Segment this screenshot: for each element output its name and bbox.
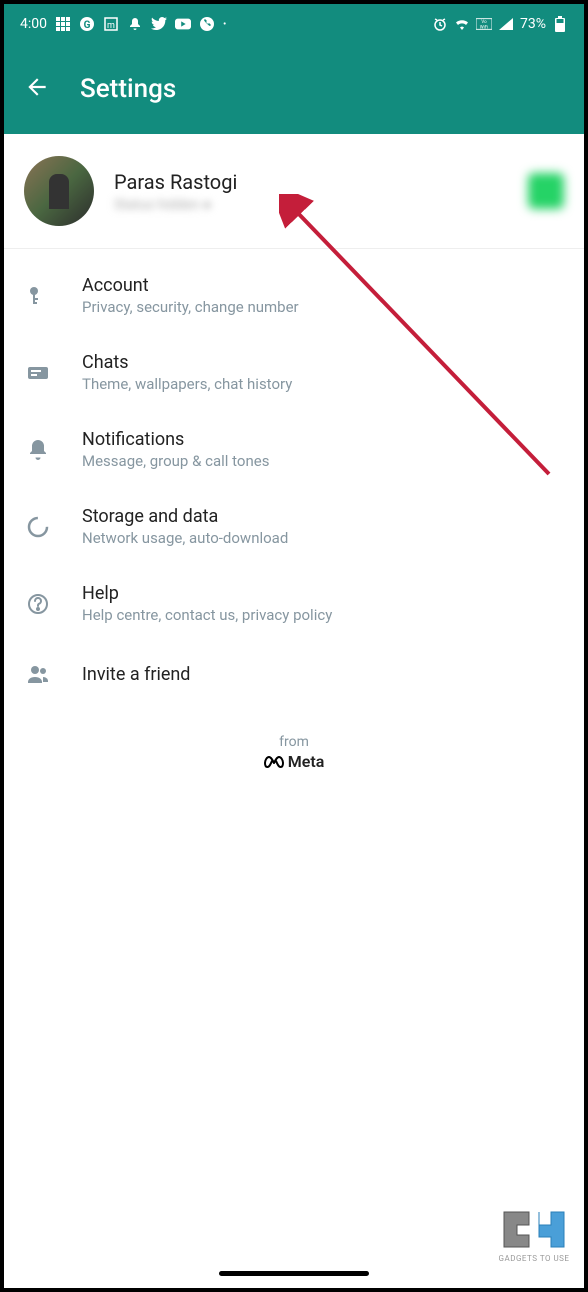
watermark-text: GADGETS TO USE <box>494 1254 574 1263</box>
setting-item-help[interactable]: Help Help centre, contact us, privacy po… <box>4 565 584 642</box>
setting-title: Notifications <box>82 429 564 450</box>
status-bar: 4:00 G m • VoWiFi <box>4 4 584 44</box>
status-left: 4:00 G m • <box>20 16 226 32</box>
svg-text:G: G <box>84 20 91 31</box>
grid-icon <box>55 16 71 32</box>
status-right: VoWiFi 73% <box>432 16 568 32</box>
help-icon <box>24 590 52 618</box>
setting-title: Storage and data <box>82 506 564 527</box>
vowifi-icon: VoWiFi <box>476 16 492 32</box>
setting-title: Chats <box>82 352 564 373</box>
setting-subtitle: Help centre, contact us, privacy policy <box>82 606 564 624</box>
battery-percent: 73% <box>520 16 546 32</box>
setting-item-notifications[interactable]: Notifications Message, group & call tone… <box>4 411 584 488</box>
header: Settings <box>4 44 584 134</box>
key-icon <box>24 282 52 310</box>
footer-from: from <box>4 734 584 750</box>
profile-row[interactable]: Paras Rastogi Status hidden ● <box>4 134 584 249</box>
battery-icon <box>552 16 568 32</box>
twitter-icon <box>151 16 167 32</box>
svg-text:m: m <box>107 21 115 31</box>
setting-subtitle: Network usage, auto-download <box>82 529 564 547</box>
google-icon: G <box>79 16 95 32</box>
setting-item-account[interactable]: Account Privacy, security, change number <box>4 257 584 334</box>
setting-title: Account <box>82 275 564 296</box>
setting-item-storage[interactable]: Storage and data Network usage, auto-dow… <box>4 488 584 565</box>
phone-icon <box>199 16 215 32</box>
alarm-icon <box>432 16 448 32</box>
setting-title: Help <box>82 583 564 604</box>
setting-item-invite[interactable]: Invite a friend <box>4 642 584 706</box>
wifi-icon <box>454 16 470 32</box>
storage-icon <box>24 513 52 541</box>
setting-item-chats[interactable]: Chats Theme, wallpapers, chat history <box>4 334 584 411</box>
meta-icon <box>264 755 284 769</box>
setting-subtitle: Privacy, security, change number <box>82 298 564 316</box>
settings-list: Account Privacy, security, change number… <box>4 249 584 714</box>
profile-status: Status hidden ● <box>114 196 508 213</box>
watermark: GADGETS TO USE <box>494 1207 574 1263</box>
profile-name: Paras Rastogi <box>114 170 508 194</box>
chat-icon <box>24 359 52 387</box>
people-icon <box>24 660 52 688</box>
svg-text:WiFi: WiFi <box>480 24 489 30</box>
dot-icon: • <box>223 19 226 30</box>
home-indicator[interactable] <box>219 1271 369 1276</box>
bell-icon <box>127 16 143 32</box>
setting-subtitle: Message, group & call tones <box>82 452 564 470</box>
youtube-icon <box>175 16 191 32</box>
footer-brand: Meta <box>4 752 584 771</box>
signal-icon <box>498 16 514 32</box>
setting-title: Invite a friend <box>82 664 564 685</box>
status-time: 4:00 <box>20 16 47 32</box>
bell-settings-icon <box>24 436 52 464</box>
page-title: Settings <box>80 74 176 104</box>
qr-icon[interactable] <box>528 173 564 209</box>
svg-text:Vo: Vo <box>481 19 487 25</box>
footer: from Meta <box>4 734 584 771</box>
setting-subtitle: Theme, wallpapers, chat history <box>82 375 564 393</box>
profile-info: Paras Rastogi Status hidden ● <box>114 170 508 213</box>
avatar <box>24 156 94 226</box>
back-button[interactable] <box>24 74 50 104</box>
m-icon: m <box>103 16 119 32</box>
